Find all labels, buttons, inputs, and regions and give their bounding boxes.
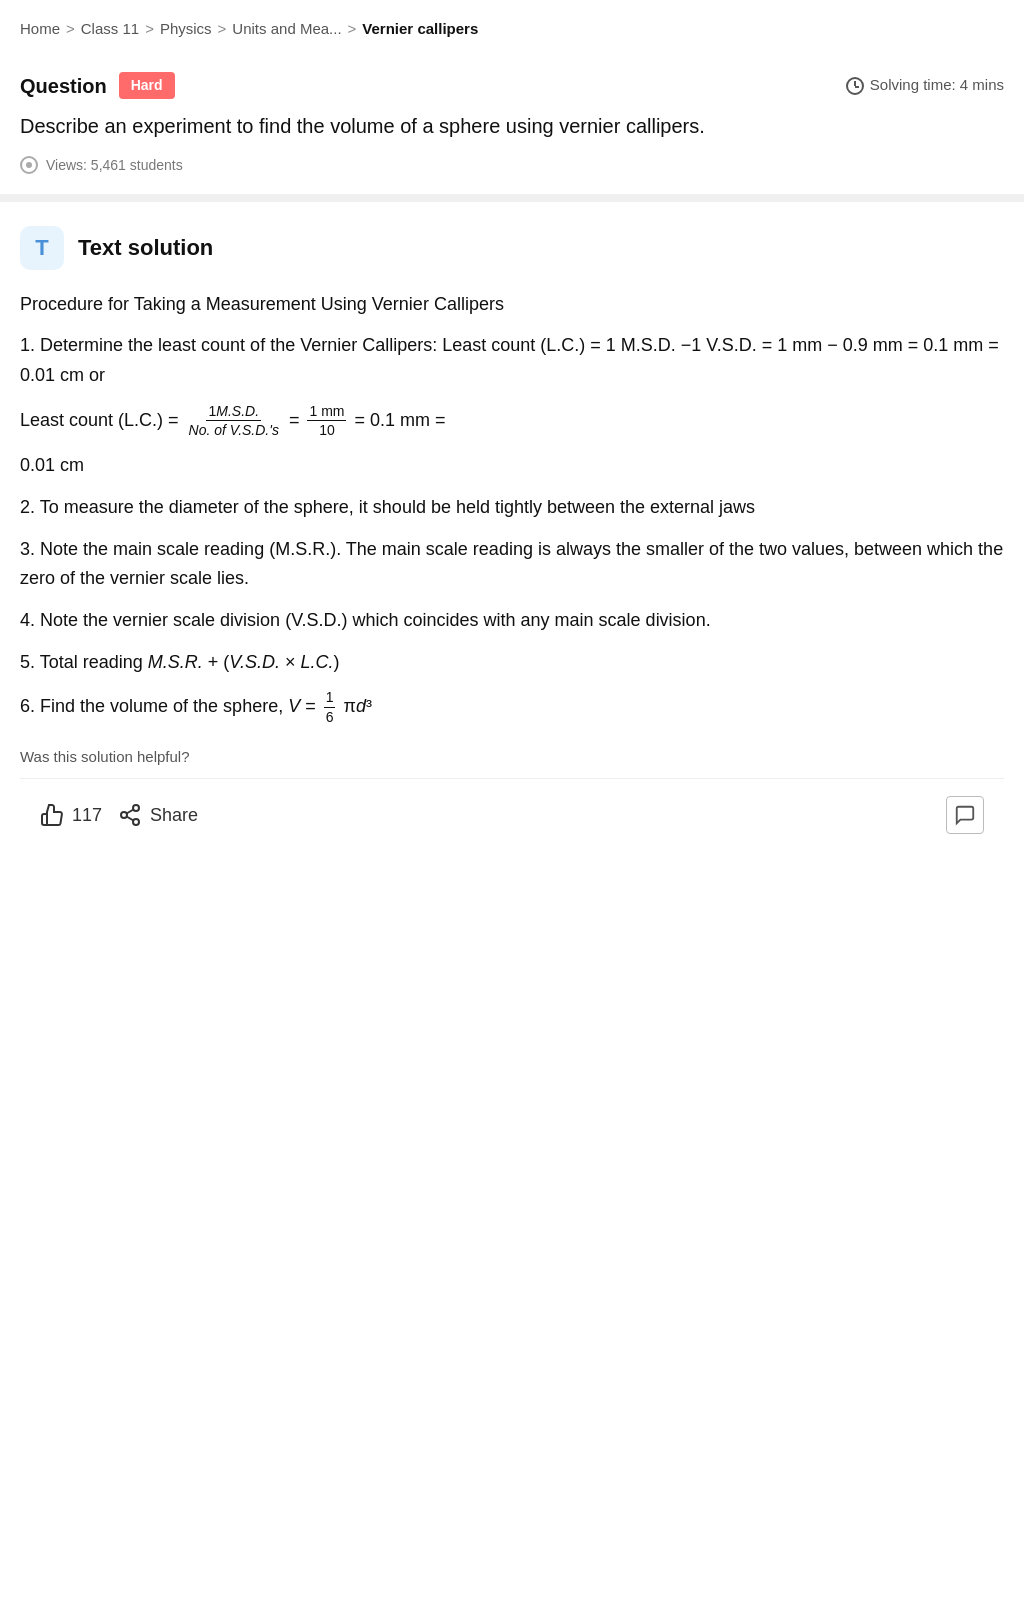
- breadcrumb-physics[interactable]: Physics: [160, 18, 212, 41]
- svg-point-2: [133, 819, 139, 825]
- breadcrumb-home[interactable]: Home: [20, 18, 60, 41]
- views-icon: [20, 156, 38, 174]
- breadcrumb-sep-3: >: [218, 18, 227, 41]
- procedure-heading: Procedure for Taking a Measurement Using…: [20, 290, 1004, 320]
- solving-time-label: Solving time: 4 mins: [870, 74, 1004, 97]
- question-label: Question: [20, 71, 107, 101]
- was-helpful-label: Was this solution helpful?: [20, 746, 1004, 769]
- solution-header: T Text solution: [20, 226, 1004, 270]
- svg-point-1: [121, 812, 127, 818]
- clock-icon: [846, 77, 864, 95]
- like-button[interactable]: 117: [40, 795, 118, 835]
- step-5: 5. Total reading M.S.R. + (V.S.D. × L.C.…: [20, 648, 1004, 678]
- question-header: Question Hard Solving time: 4 mins: [20, 71, 1004, 101]
- fraction-volume-den: 6: [324, 708, 336, 726]
- fraction-2: 1 mm 10: [307, 403, 346, 440]
- solution-title: Text solution: [78, 231, 213, 264]
- fraction-2-denominator: 10: [317, 421, 337, 439]
- step-1-result: 0.01 cm: [20, 451, 1004, 481]
- breadcrumb-sep-1: >: [66, 18, 75, 41]
- views-label: Views: 5,461 students: [46, 155, 183, 176]
- svg-point-0: [133, 805, 139, 811]
- views-row: Views: 5,461 students: [20, 155, 1004, 176]
- svg-line-4: [127, 810, 134, 814]
- fraction-volume: 1 6: [324, 689, 336, 726]
- fraction-numerator: 1M.S.D.: [206, 403, 261, 422]
- fraction-1: 1M.S.D. No. of V.S.D.'s: [187, 403, 281, 440]
- breadcrumb-class11[interactable]: Class 11: [81, 18, 139, 41]
- step-4: 4. Note the vernier scale division (V.S.…: [20, 606, 1004, 636]
- chat-icon: [954, 804, 976, 826]
- step-1: 1. Determine the least count of the Vern…: [20, 331, 1004, 390]
- solution-body: Procedure for Taking a Measurement Using…: [20, 290, 1004, 726]
- thumbs-up-icon: [40, 803, 64, 827]
- breadcrumb-sep-2: >: [145, 18, 154, 41]
- solution-section: T Text solution Procedure for Taking a M…: [0, 202, 1024, 868]
- share-label: Share: [150, 805, 198, 826]
- solving-time: Solving time: 4 mins: [846, 74, 1004, 97]
- fraction-volume-num: 1: [324, 689, 336, 708]
- breadcrumb-units[interactable]: Units and Mea...: [232, 18, 341, 41]
- fraction-denominator: No. of V.S.D.'s: [187, 421, 281, 439]
- svg-line-3: [127, 817, 134, 821]
- views-icon-inner: [26, 162, 32, 168]
- text-solution-icon: T: [20, 226, 64, 270]
- fraction-2-numerator: 1 mm: [307, 403, 346, 422]
- step-2: 2. To measure the diameter of the sphere…: [20, 493, 1004, 523]
- question-text: Describe an experiment to find the volum…: [20, 111, 1004, 141]
- step-3: 3. Note the main scale reading (M.S.R.).…: [20, 535, 1004, 594]
- step-1-formula: Least count (L.C.) = 1M.S.D. No. of V.S.…: [20, 403, 1004, 440]
- breadcrumb-current: Vernier callipers: [362, 18, 478, 41]
- likes-count: 117: [72, 805, 102, 826]
- breadcrumb: Home > Class 11 > Physics > Units and Me…: [0, 0, 1024, 51]
- share-button[interactable]: Share: [118, 795, 214, 835]
- breadcrumb-sep-4: >: [348, 18, 357, 41]
- action-bar: 117 Share: [20, 778, 1004, 851]
- question-label-row: Question Hard: [20, 71, 175, 101]
- difficulty-badge: Hard: [119, 72, 175, 99]
- question-section: Question Hard Solving time: 4 mins Descr…: [0, 51, 1024, 202]
- chat-button[interactable]: [946, 796, 984, 834]
- share-icon: [118, 803, 142, 827]
- step-6: 6. Find the volume of the sphere, V = 1 …: [20, 689, 1004, 726]
